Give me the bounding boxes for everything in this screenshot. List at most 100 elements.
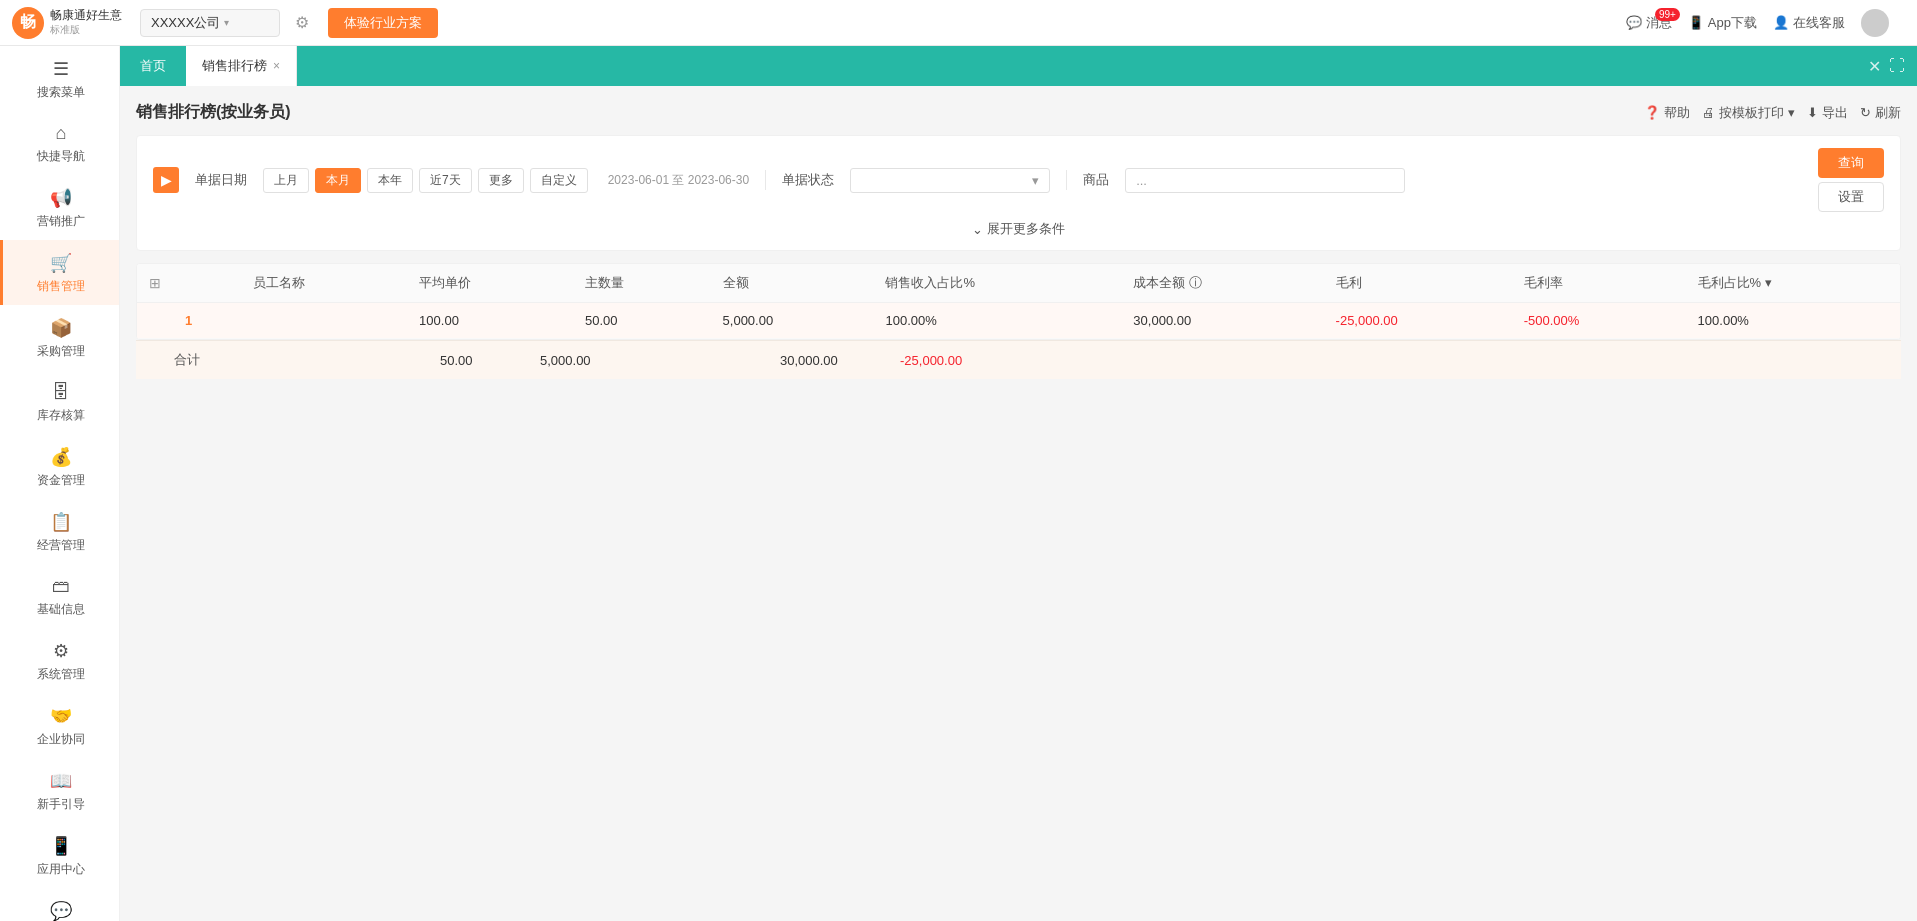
status-label: 单据状态 [782, 171, 834, 189]
sidebar-icon-basic: 🗃 [52, 576, 70, 597]
logo-area: 畅 畅康通好生意 标准版 [12, 7, 132, 39]
footer-qty: 50.00 [428, 353, 528, 368]
column-settings-icon[interactable]: ⊞ [149, 275, 161, 291]
td-gross-pct-0: 100.00% [1686, 303, 1900, 339]
th-rank [173, 264, 241, 303]
logo-title: 畅康通好生意 [50, 8, 122, 24]
sidebar-item-finance[interactable]: 💰 资金管理 [0, 434, 119, 499]
logo-text-area: 畅康通好生意 标准版 [50, 8, 122, 38]
sidebar-icon-wxwork: 💬 [50, 900, 72, 921]
sidebar-item-collab[interactable]: 🤝 企业协同 [0, 693, 119, 758]
date-label: 单据日期 [195, 171, 247, 189]
sidebar-item-basic[interactable]: 🗃 基础信息 [0, 564, 119, 628]
sidebar-icon-inventory: 🗄 [52, 382, 70, 403]
sidebar-icon-app: 📱 [50, 835, 72, 857]
goods-label: 商品 [1083, 171, 1109, 189]
tab-close-icon[interactable]: × [273, 59, 280, 73]
content-area: 首页 销售排行榜 × ✕ ⛶ 销售排行榜(按业务员) ❓ 帮助 [120, 46, 1917, 921]
sidebar-item-quick[interactable]: ⌂ 快捷导航 [0, 111, 119, 175]
td-settings-0 [137, 303, 173, 339]
message-button[interactable]: 💬 消息 99+ [1626, 14, 1672, 32]
service-icon: 👤 [1773, 15, 1789, 30]
goods-placeholder: ... [1136, 173, 1394, 188]
query-button[interactable]: 查询 [1818, 148, 1884, 178]
sidebar-item-operation[interactable]: 📋 经营管理 [0, 499, 119, 564]
sidebar-item-wxwork[interactable]: 💬 企业微信 [0, 888, 119, 921]
status-chevron-icon: ▾ [1032, 173, 1039, 188]
print-button[interactable]: 🖨 按模板打印 ▾ [1702, 104, 1795, 122]
sidebar-item-app[interactable]: 📱 应用中心 [0, 823, 119, 888]
online-service-button[interactable]: 👤 在线客服 [1773, 14, 1845, 32]
sidebar-item-purchase[interactable]: 📦 采购管理 [0, 305, 119, 370]
sidebar-icon-operation: 📋 [50, 511, 72, 533]
print-label: 按模板打印 [1719, 104, 1784, 122]
download-icon: 📱 [1688, 15, 1704, 30]
sidebar-icon-search: ☰ [53, 58, 69, 80]
sidebar-item-system[interactable]: ⚙ 系统管理 [0, 628, 119, 693]
filter-row: ▶ 单据日期 上月 本月 本年 近7天 更多 自定义 2023-06-01 至 … [153, 148, 1884, 212]
sidebar-label-collab: 企业协同 [37, 731, 85, 748]
help-label: 帮助 [1664, 104, 1690, 122]
trial-button[interactable]: 体验行业方案 [328, 8, 438, 38]
main-layout: ☰ 搜索菜单 ⌂ 快捷导航 📢 营销推广 🛒 销售管理 📦 采购管理 🗄 库存核… [0, 46, 1917, 921]
td-rank-0: 1 [173, 303, 241, 339]
company-selector[interactable]: XXXXX公司 ▾ [140, 9, 280, 37]
tab-maximize-icon[interactable]: ⛶ [1889, 57, 1905, 75]
page-header: 销售排行榜(按业务员) ❓ 帮助 🖨 按模板打印 ▾ ⬇ 导出 [136, 102, 1901, 123]
app-download-label: App下载 [1708, 14, 1757, 32]
settings-button[interactable]: 设置 [1818, 182, 1884, 212]
sidebar-item-marketing[interactable]: 📢 营销推广 [0, 175, 119, 240]
tab-close-window-icon[interactable]: ✕ [1868, 57, 1881, 76]
arrow-right-icon: ▶ [161, 172, 172, 188]
page-title: 销售排行榜(按业务员) [136, 102, 291, 123]
data-table: ⊞ 员工名称 平均单价 主数量 全额 销售收入占比% 成本全额 ⓘ 毛利 毛利率… [137, 264, 1900, 339]
sidebar-label-sales: 销售管理 [37, 278, 85, 295]
td-amount-0: 5,000.00 [711, 303, 874, 339]
footer-gross: -25,000.00 [888, 353, 1008, 368]
tab-home[interactable]: 首页 [120, 46, 186, 86]
date-btn-custom[interactable]: 自定义 [530, 168, 588, 193]
logo-icon: 畅 [12, 7, 44, 39]
print-icon: 🖨 [1702, 105, 1715, 120]
sidebar-icon-collab: 🤝 [50, 705, 72, 727]
online-service-label: 在线客服 [1793, 14, 1845, 32]
date-btn-last-month[interactable]: 上月 [263, 168, 309, 193]
page-actions: ❓ 帮助 🖨 按模板打印 ▾ ⬇ 导出 ↻ 刷新 [1644, 104, 1901, 122]
sidebar-icon-system: ⚙ [53, 640, 69, 662]
date-btn-more[interactable]: 更多 [478, 168, 524, 193]
query-settings-group: 查询 设置 [1818, 148, 1884, 212]
avatar[interactable] [1861, 9, 1889, 37]
refresh-button[interactable]: ↻ 刷新 [1860, 104, 1901, 122]
sidebar-item-sales[interactable]: 🛒 销售管理 [0, 240, 119, 305]
message-icon: 💬 [1626, 15, 1642, 30]
date-buttons: 上月 本月 本年 近7天 更多 自定义 [263, 168, 588, 193]
filter-divider-2 [1066, 170, 1067, 190]
date-btn-7days[interactable]: 近7天 [419, 168, 472, 193]
export-button[interactable]: ⬇ 导出 [1807, 104, 1848, 122]
message-badge: 99+ [1655, 8, 1680, 21]
sidebar-label-app: 应用中心 [37, 861, 85, 878]
sidebar-item-guide[interactable]: 📖 新手引导 [0, 758, 119, 823]
help-button[interactable]: ❓ 帮助 [1644, 104, 1690, 122]
sidebar-label-basic: 基础信息 [37, 601, 85, 618]
sidebar-item-search[interactable]: ☰ 搜索菜单 [0, 46, 119, 111]
settings-icon[interactable]: ⚙ [288, 9, 316, 37]
sidebar-label-purchase: 采购管理 [37, 343, 85, 360]
goods-input[interactable]: ... [1125, 168, 1405, 193]
th-amount: 全额 [711, 264, 874, 303]
date-btn-this-month[interactable]: 本月 [315, 168, 361, 193]
filter-collapse-btn[interactable]: ▶ [153, 167, 179, 193]
date-btn-this-year[interactable]: 本年 [367, 168, 413, 193]
tab-sales-ranking[interactable]: 销售排行榜 × [186, 46, 297, 86]
expand-more-button[interactable]: ⌄ 展开更多条件 [153, 220, 1884, 238]
expand-chevron-icon: ⌄ [972, 222, 983, 237]
help-icon: ❓ [1644, 105, 1660, 120]
th-name: 员工名称 [241, 264, 407, 303]
sidebar-item-inventory[interactable]: 🗄 库存核算 [0, 370, 119, 434]
export-icon: ⬇ [1807, 105, 1818, 120]
filter-panel: ▶ 单据日期 上月 本月 本年 近7天 更多 自定义 2023-06-01 至 … [136, 135, 1901, 251]
app-download-button[interactable]: 📱 App下载 [1688, 14, 1757, 32]
status-select[interactable]: ▾ [850, 168, 1050, 193]
sidebar-icon-purchase: 📦 [50, 317, 72, 339]
logo-subtitle: 标准版 [50, 23, 122, 37]
